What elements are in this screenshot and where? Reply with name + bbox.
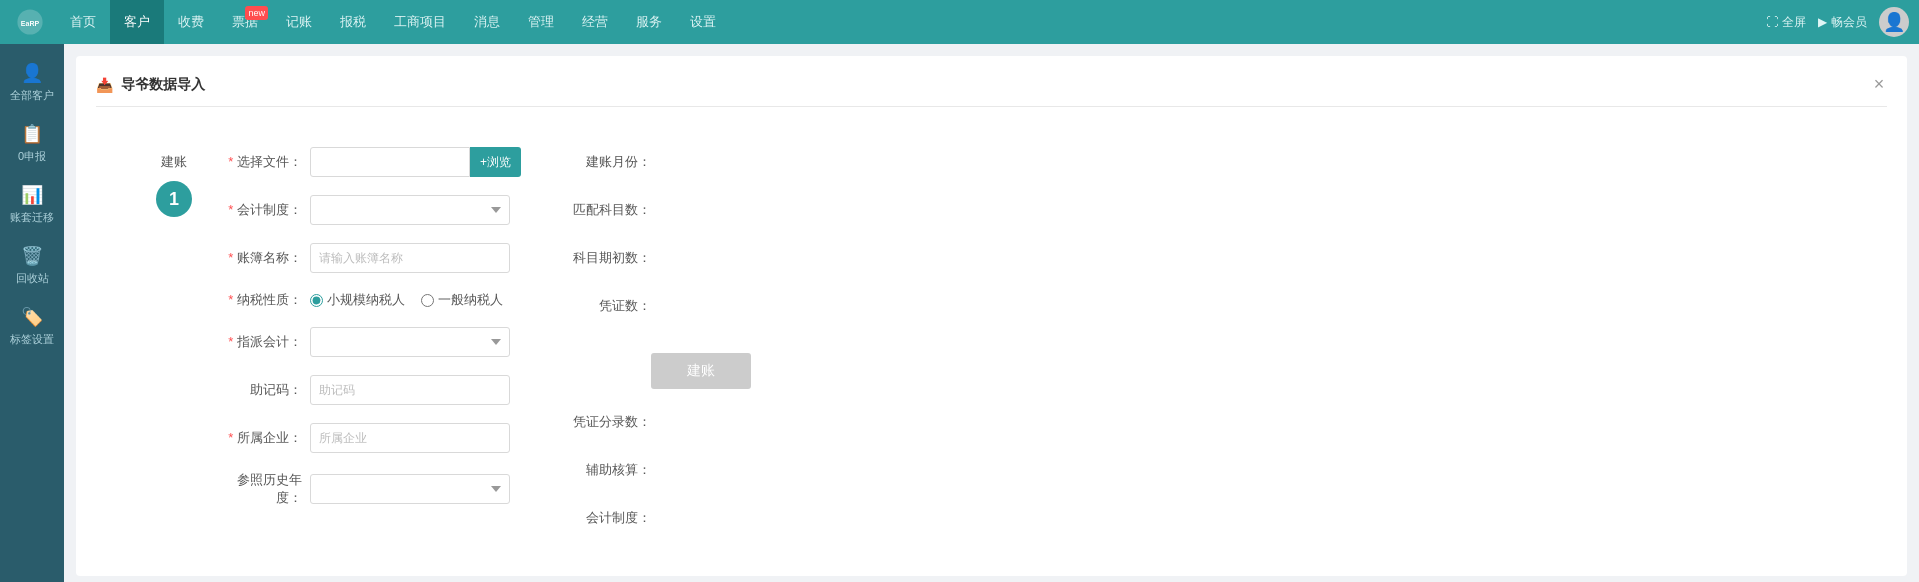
tax-label: 纳税性质： — [222, 291, 302, 309]
info-month-label: 建账月份： — [561, 153, 651, 171]
memo-input[interactable] — [310, 375, 510, 405]
info-accounting-system-value — [659, 503, 761, 533]
new-badge: new — [245, 6, 268, 20]
member-button[interactable]: ▶ 畅会员 — [1818, 14, 1867, 31]
sidebar-item-tag-settings[interactable]: 🏷️ 标签设置 — [2, 298, 62, 355]
info-month-row: 建账月份： — [561, 147, 761, 177]
build-button[interactable]: 建账 — [651, 353, 751, 389]
info-voucher-value — [659, 291, 761, 321]
recycle-bin-icon: 🗑️ — [21, 245, 43, 267]
nav-right: ⛶ 全屏 ▶ 畅会员 👤 — [1766, 7, 1909, 37]
build-btn-container: 建账 — [561, 339, 761, 389]
company-row: 所属企业： — [222, 423, 521, 453]
tax-small-radio[interactable]: 小规模纳税人 — [310, 291, 405, 309]
nav-service[interactable]: 服务 — [622, 0, 676, 44]
info-voucher-row: 凭证数： — [561, 291, 761, 321]
all-customers-icon: 👤 — [21, 62, 43, 84]
account-migration-icon: 📊 — [21, 184, 43, 206]
info-match-row: 匹配科目数： — [561, 195, 761, 225]
memo-row: 助记码： — [222, 375, 521, 405]
nav-bookkeeping[interactable]: 记账 — [272, 0, 326, 44]
browse-button[interactable]: +浏览 — [470, 147, 521, 177]
layout: 👤 全部客户 📋 0申报 📊 账套迁移 🗑️ 回收站 🏷️ 标签设置 📥 导爷数… — [0, 44, 1919, 582]
info-section: 建账月份： 匹配科目数： 科目期初数： 凭证数： — [561, 147, 761, 533]
sidebar-item-recycle-bin[interactable]: 🗑️ 回收站 — [2, 237, 62, 294]
avatar[interactable]: 👤 — [1879, 7, 1909, 37]
accounting-select[interactable] — [310, 195, 510, 225]
nav-invoice[interactable]: 票据 new — [218, 0, 272, 44]
year-label: 参照历史年度： — [222, 471, 302, 507]
tag-settings-icon: 🏷️ — [21, 306, 43, 328]
nav-customer[interactable]: 客户 — [110, 0, 164, 44]
logo: EaRP — [10, 0, 50, 44]
avatar-icon: 👤 — [1883, 11, 1905, 33]
panel-header-icon: 📥 — [96, 77, 113, 93]
nav-operation[interactable]: 经营 — [568, 0, 622, 44]
info-aux-label: 辅助核算： — [561, 461, 651, 479]
ledger-row: 账簿名称： — [222, 243, 521, 273]
info-match-label: 匹配科目数： — [561, 201, 651, 219]
tax-general-radio[interactable]: 一般纳税人 — [421, 291, 503, 309]
nav-manage[interactable]: 管理 — [514, 0, 568, 44]
accounting-row: 会计制度： — [222, 195, 521, 225]
member-icon: ▶ — [1818, 15, 1827, 29]
import-panel: 📥 导爷数据导入 × 建账 1 选择 — [76, 56, 1907, 576]
file-label: 选择文件： — [222, 153, 302, 171]
fullscreen-icon: ⛶ — [1766, 15, 1778, 29]
file-row: 选择文件： +浏览 — [222, 147, 521, 177]
year-row: 参照历史年度： — [222, 471, 521, 507]
sidebar-item-zero-declaration[interactable]: 📋 0申报 — [2, 115, 62, 172]
step-badge: 1 — [156, 181, 192, 217]
info-period-value — [659, 243, 761, 273]
accountant-row: 指派会计： — [222, 327, 521, 357]
ledger-input[interactable] — [310, 243, 510, 273]
accountant-label: 指派会计： — [222, 333, 302, 351]
form-right: 建账月份： 匹配科目数： 科目期初数： 凭证数： — [561, 147, 761, 533]
sidebar: 👤 全部客户 📋 0申报 📊 账套迁移 🗑️ 回收站 🏷️ 标签设置 — [0, 44, 64, 582]
info-voucher-entries-label: 凭证分录数： — [561, 413, 651, 431]
info-voucher-entries-row: 凭证分录数： — [561, 407, 761, 437]
close-button[interactable]: × — [1867, 72, 1891, 96]
company-label: 所属企业： — [222, 429, 302, 447]
year-select[interactable] — [310, 474, 510, 504]
tax-radio-group: 小规模纳税人 一般纳税人 — [310, 291, 503, 309]
panel-title: 导爷数据导入 — [121, 76, 205, 94]
sidebar-item-account-migration[interactable]: 📊 账套迁移 — [2, 176, 62, 233]
accountant-select[interactable] — [310, 327, 510, 357]
info-voucher-label: 凭证数： — [561, 297, 651, 315]
main-content: 📥 导爷数据导入 × 建账 1 选择 — [64, 44, 1919, 582]
tax-row: 纳税性质： 小规模纳税人 一般纳税人 — [222, 291, 521, 309]
file-input-group: +浏览 — [310, 147, 521, 177]
step-label: 建账 — [161, 153, 187, 171]
nav-business[interactable]: 工商项目 — [380, 0, 460, 44]
form-left: 建账 1 选择文件： +浏览 — [156, 147, 521, 533]
form-layout: 建账 1 选择文件： +浏览 — [96, 127, 1887, 553]
info-match-value — [659, 195, 761, 225]
memo-label: 助记码： — [222, 381, 302, 399]
info-period-label: 科目期初数： — [561, 249, 651, 267]
svg-text:EaRP: EaRP — [21, 20, 40, 27]
top-nav: EaRP 首页 客户 收费 票据 new 记账 报税 工商项目 消息 管理 经营… — [0, 0, 1919, 44]
fullscreen-button[interactable]: ⛶ 全屏 — [1766, 14, 1806, 31]
file-input[interactable] — [310, 147, 470, 177]
nav-tax[interactable]: 报税 — [326, 0, 380, 44]
info-period-row: 科目期初数： — [561, 243, 761, 273]
company-input[interactable] — [310, 423, 510, 453]
nav-home[interactable]: 首页 — [56, 0, 110, 44]
ledger-label: 账簿名称： — [222, 249, 302, 267]
sidebar-item-all-customers[interactable]: 👤 全部客户 — [2, 54, 62, 111]
info-accounting-system-row: 会计制度： — [561, 503, 761, 533]
info-accounting-system-label: 会计制度： — [561, 509, 651, 527]
zero-declaration-icon: 📋 — [21, 123, 43, 145]
accounting-label: 会计制度： — [222, 201, 302, 219]
nav-settings[interactable]: 设置 — [676, 0, 730, 44]
info-aux-row: 辅助核算： — [561, 455, 761, 485]
panel-header: 📥 导爷数据导入 — [96, 76, 1887, 107]
info-aux-value — [659, 455, 761, 485]
info-voucher-entries-value — [659, 407, 761, 437]
nav-message[interactable]: 消息 — [460, 0, 514, 44]
form-fields: 选择文件： +浏览 会计制度： — [222, 147, 521, 533]
nav-fee[interactable]: 收费 — [164, 0, 218, 44]
info-month-value — [659, 147, 761, 177]
